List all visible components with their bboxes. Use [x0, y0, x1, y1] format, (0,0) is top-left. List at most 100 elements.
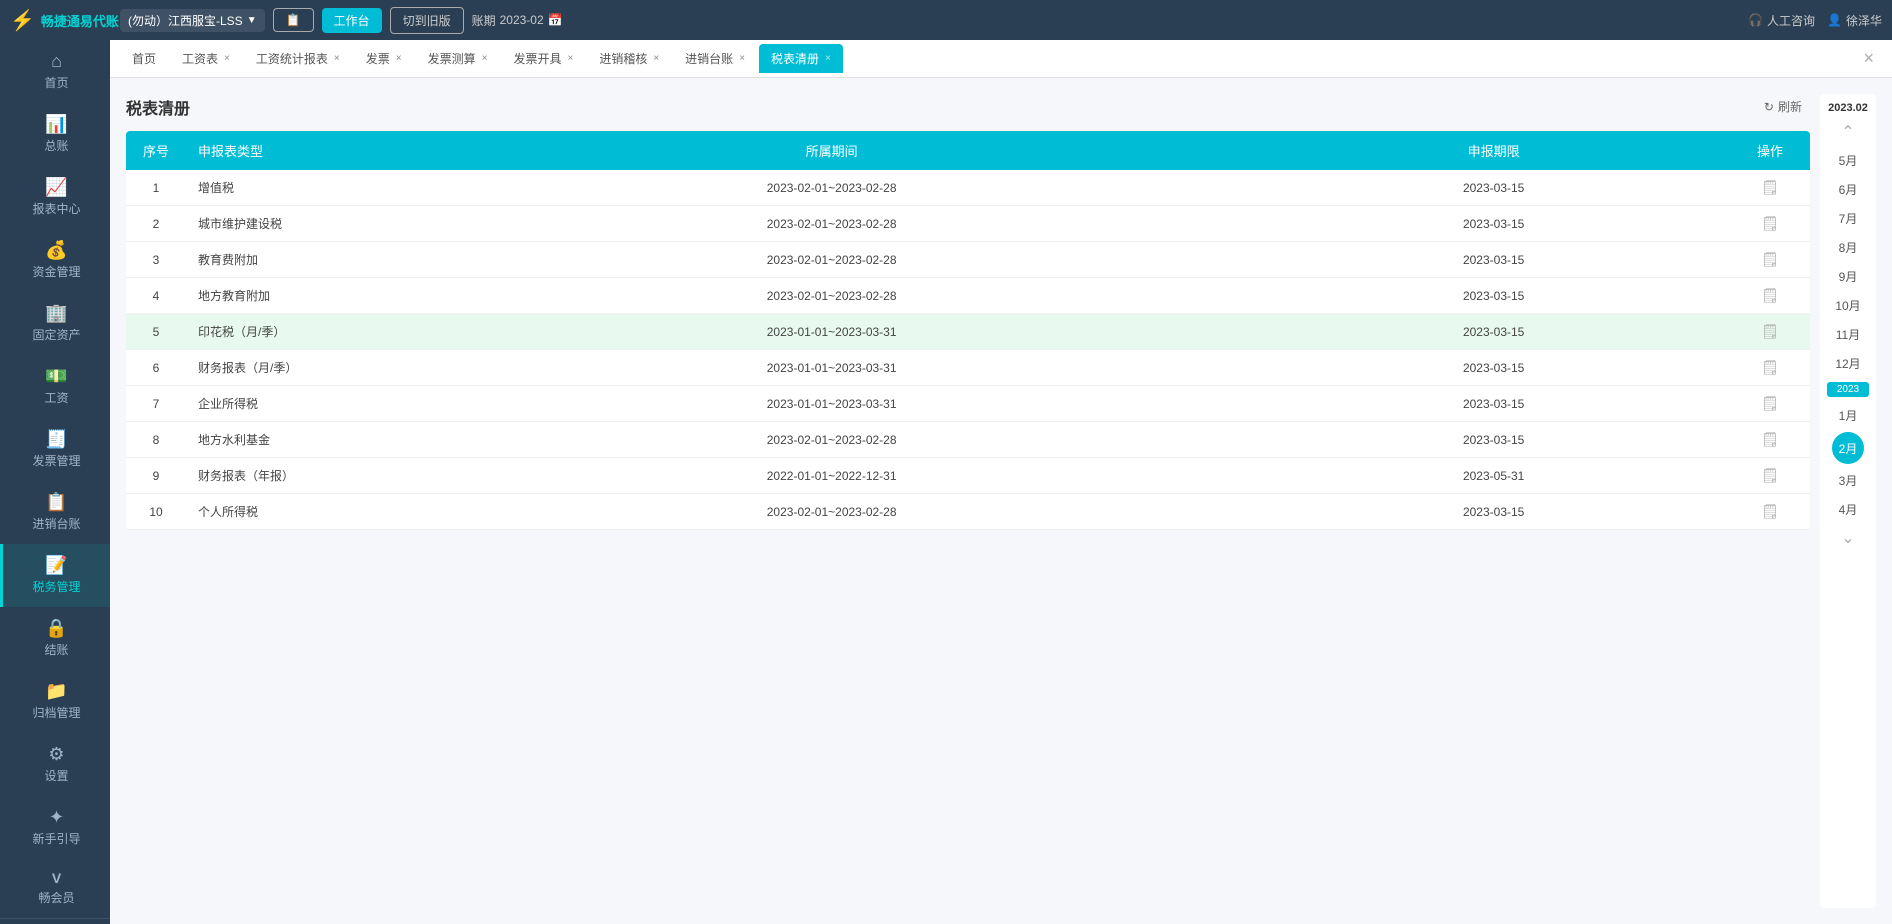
sidebar-item-invoice[interactable]: 🧾 发票管理: [0, 418, 110, 481]
cell-type: 城市维护建设税: [186, 206, 406, 242]
sidebar-item-close[interactable]: 🔒 结账: [0, 607, 110, 670]
cal-up-btn[interactable]: ⌃: [1837, 118, 1858, 146]
home-icon: ⌂: [51, 52, 62, 70]
cal-month-8-2022[interactable]: 8月: [1826, 234, 1870, 261]
tab-purchase-ledger[interactable]: 进销台账 ×: [673, 44, 757, 73]
cal-month-11-2022[interactable]: 11月: [1826, 321, 1870, 348]
cell-type: 企业所得税: [186, 386, 406, 422]
cal-month-12-2022[interactable]: 12月: [1826, 350, 1870, 377]
cell-type: 教育费附加: [186, 242, 406, 278]
sidebar-item-reports[interactable]: 📈 报表中心: [0, 166, 110, 229]
sidebar-label-assets: 固定资产: [32, 326, 80, 343]
tab-invoice-open[interactable]: 发票开具 ×: [501, 44, 585, 73]
tab-salary-report[interactable]: 工资统计报表 ×: [244, 44, 352, 73]
sidebar-item-funds[interactable]: 💰 资金管理: [0, 229, 110, 292]
tab-close-tax-clear[interactable]: ×: [825, 53, 831, 64]
sidebar-label-purchase: 进销台账: [32, 515, 80, 532]
sidebar-item-purchase[interactable]: 📋 进销台账: [0, 481, 110, 544]
tab-close-salary[interactable]: ×: [224, 53, 230, 64]
cal-down-btn[interactable]: ⌄: [1837, 524, 1858, 552]
calendar-icon: 📅: [548, 13, 563, 27]
sidebar-item-ledger[interactable]: 📊 总账: [0, 103, 110, 166]
cal-month-10-2022[interactable]: 10月: [1826, 292, 1870, 319]
sidebar-label-ledger: 总账: [44, 137, 68, 154]
cal-month-3-2023[interactable]: 3月: [1826, 467, 1870, 494]
tab-tax-clear[interactable]: 税表清册 ×: [759, 44, 843, 73]
human-service-btn[interactable]: 🎧 人工咨询: [1748, 12, 1815, 29]
cell-no: 2: [126, 206, 186, 242]
cell-period: 2023-02-01~2023-02-28: [406, 206, 1257, 242]
cal-month-5-2022[interactable]: 5月: [1826, 147, 1870, 174]
tab-purchase-check[interactable]: 进销稽核 ×: [587, 44, 671, 73]
tab-close-purchase-ledger[interactable]: ×: [739, 53, 745, 64]
tab-label-salary: 工资表: [182, 50, 218, 67]
cell-deadline: 2023-03-15: [1257, 386, 1730, 422]
sidebar-item-settings[interactable]: ⚙ 设置: [0, 733, 110, 796]
cal-month-4-2023[interactable]: 4月: [1826, 496, 1870, 523]
cal-month-2-2023[interactable]: 2月: [1832, 432, 1864, 464]
copy-button[interactable]: 📋: [273, 8, 314, 32]
tax-icon: 📝: [45, 556, 67, 574]
action-detail-icon[interactable]: 🗒: [1761, 323, 1779, 339]
tab-close-purchase-check[interactable]: ×: [653, 53, 659, 64]
tab-label-invoice-calc: 发票测算: [428, 50, 476, 67]
action-detail-icon[interactable]: 🗒: [1761, 359, 1779, 375]
user-icon: 👤: [1827, 13, 1842, 27]
sidebar-label-member: 畅会员: [38, 889, 74, 906]
cal-month-1-2023[interactable]: 1月: [1826, 402, 1870, 429]
action-detail-icon[interactable]: 🗒: [1761, 431, 1779, 447]
action-detail-icon[interactable]: 🗒: [1761, 467, 1779, 483]
cell-action: 🗒: [1730, 458, 1810, 494]
action-detail-icon[interactable]: 🗒: [1761, 251, 1779, 267]
cell-type: 财务报表（月/季）: [186, 350, 406, 386]
company-selector[interactable]: (勿动）江西服宝-LSS ▼: [120, 9, 265, 32]
action-detail-icon[interactable]: 🗒: [1761, 503, 1779, 519]
cell-no: 3: [126, 242, 186, 278]
tab-close-salary-report[interactable]: ×: [334, 53, 340, 64]
workspace-button[interactable]: 工作台: [322, 8, 382, 33]
cal-month-6-2022[interactable]: 6月: [1826, 176, 1870, 203]
sidebar-item-archive[interactable]: 📁 归档管理: [0, 670, 110, 733]
table-row: 7 企业所得税 2023-01-01~2023-03-31 2023-03-15…: [126, 386, 1810, 422]
sidebar-label-tax: 税务管理: [32, 578, 80, 595]
tab-salary[interactable]: 工资表 ×: [170, 44, 242, 73]
cell-period: 2023-02-01~2023-02-28: [406, 170, 1257, 206]
tab-label-purchase-ledger: 进销台账: [685, 50, 733, 67]
table-row: 6 财务报表（月/季） 2023-01-01~2023-03-31 2023-0…: [126, 350, 1810, 386]
sidebar-item-tax[interactable]: 📝 税务管理: [0, 544, 110, 607]
content-area: 首页 工资表 × 工资统计报表 × 发票 × 发票测算 × 发票开具 ×: [110, 40, 1892, 924]
cell-deadline: 2023-03-15: [1257, 242, 1730, 278]
tab-close-invoice-open[interactable]: ×: [567, 53, 573, 64]
tab-close-invoice[interactable]: ×: [396, 53, 402, 64]
invoice-icon: 🧾: [45, 430, 67, 448]
tab-home[interactable]: 首页: [120, 44, 168, 73]
close-ledger-icon: 🔒: [45, 619, 67, 637]
cell-period: 2023-02-01~2023-02-28: [406, 422, 1257, 458]
cal-month-7-2022[interactable]: 7月: [1826, 205, 1870, 232]
sidebar-item-member[interactable]: V 畅会员: [0, 859, 110, 918]
col-no: 序号: [126, 131, 186, 170]
cell-action: 🗒: [1730, 422, 1810, 458]
tab-close-invoice-calc[interactable]: ×: [482, 53, 488, 64]
action-detail-icon[interactable]: 🗒: [1761, 215, 1779, 231]
sidebar-item-salary[interactable]: 💵 工资: [0, 355, 110, 418]
refresh-button[interactable]: ↻ 刷新: [1756, 94, 1810, 119]
cell-action: 🗒: [1730, 494, 1810, 530]
cell-deadline: 2023-03-15: [1257, 314, 1730, 350]
action-detail-icon[interactable]: 🗒: [1761, 395, 1779, 411]
cell-no: 7: [126, 386, 186, 422]
tab-invoice[interactable]: 发票 ×: [354, 44, 414, 73]
col-action: 操作: [1730, 131, 1810, 170]
tab-invoice-calc[interactable]: 发票测算 ×: [416, 44, 500, 73]
cal-month-9-2022[interactable]: 9月: [1826, 263, 1870, 290]
switch-button[interactable]: 切到旧版: [390, 7, 464, 34]
sidebar-item-assets[interactable]: 🏢 固定资产: [0, 292, 110, 355]
action-detail-icon[interactable]: 🗒: [1761, 179, 1779, 195]
sidebar-item-guide[interactable]: ✦ 新手引导: [0, 796, 110, 859]
close-all-icon[interactable]: ×: [1855, 48, 1882, 69]
sidebar-item-home[interactable]: ⌂ 首页: [0, 40, 110, 103]
refresh-icon: ↻: [1764, 100, 1774, 114]
user-info[interactable]: 👤 徐泽华: [1827, 12, 1882, 29]
action-detail-icon[interactable]: 🗒: [1761, 287, 1779, 303]
cell-type: 地方教育附加: [186, 278, 406, 314]
